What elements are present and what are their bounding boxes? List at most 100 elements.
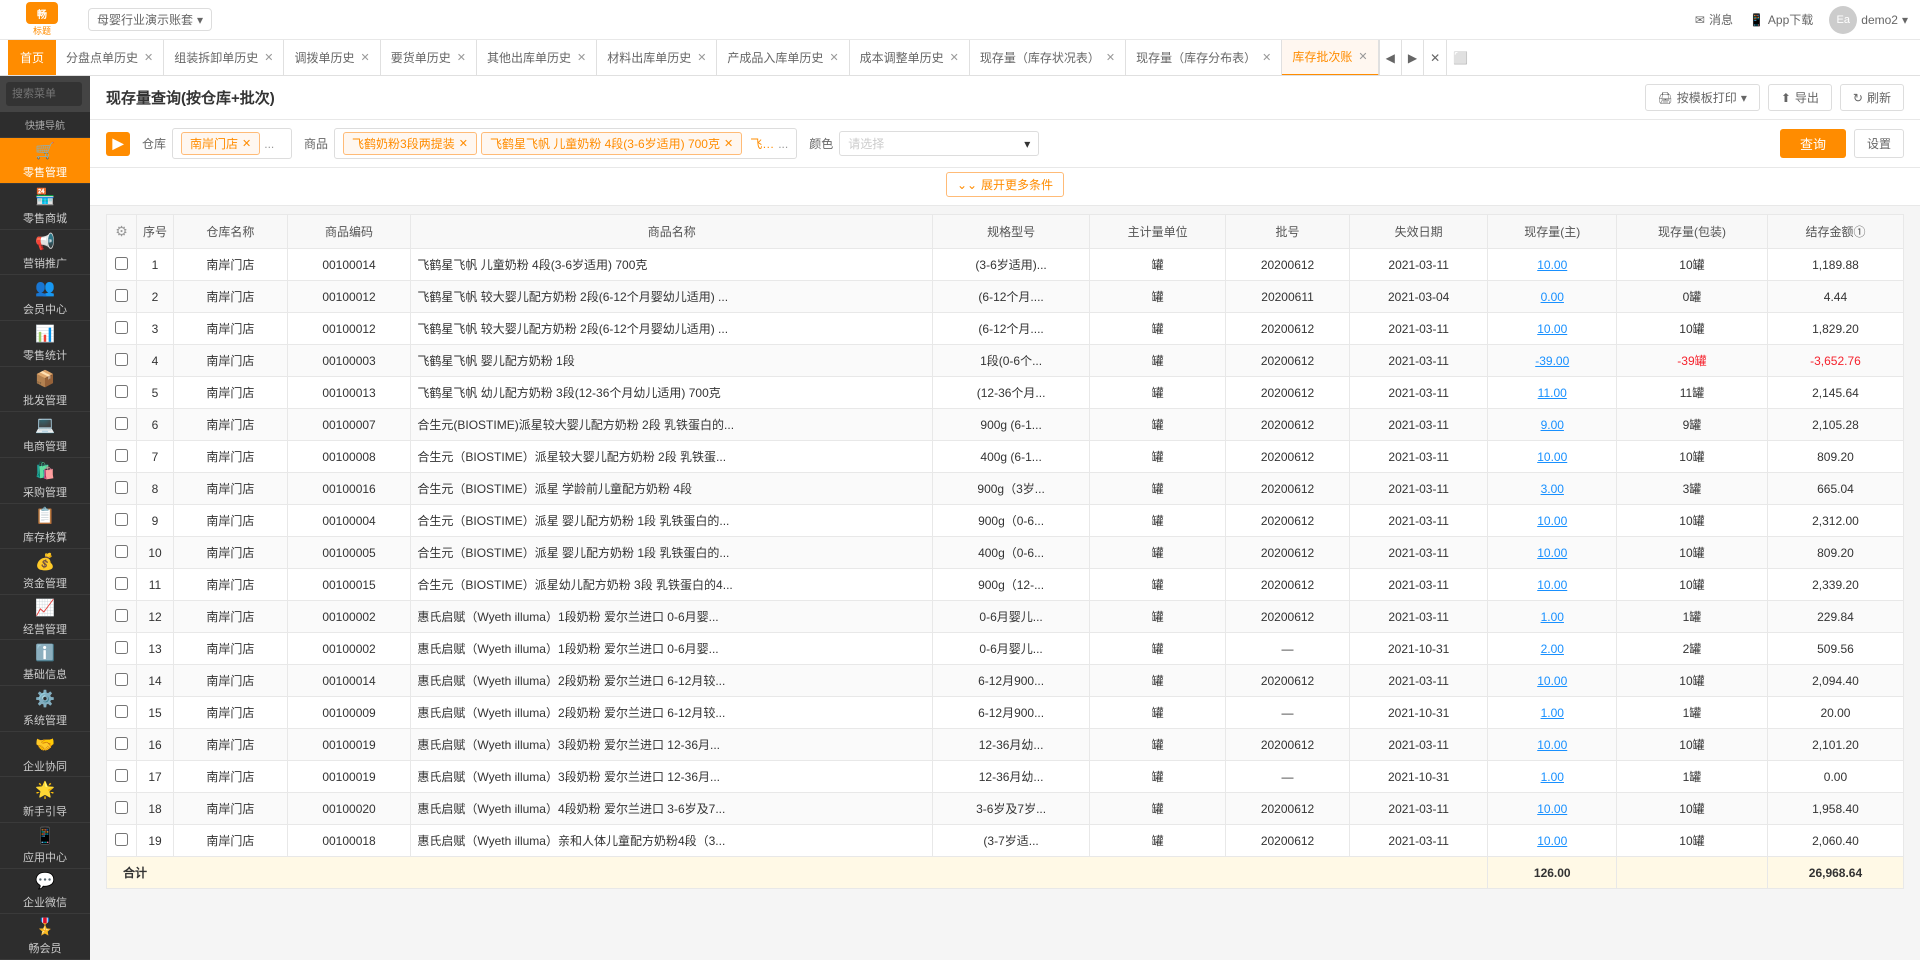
tab-close-icon[interactable]: ✕: [950, 51, 959, 64]
tab-qita[interactable]: 其他出库单历史 ✕: [477, 40, 597, 76]
tab-fen-pan[interactable]: 分盘点单历史 ✕: [56, 40, 164, 76]
tab-close-all[interactable]: ✕: [1423, 40, 1446, 76]
tab-tiao-bo[interactable]: 调拨单历史 ✕: [284, 40, 380, 76]
sidebar-item-inventory[interactable]: 📋 库存核算: [0, 504, 90, 550]
row-checkbox[interactable]: [107, 281, 137, 313]
tab-close-icon[interactable]: ✕: [577, 51, 586, 64]
product-tag-1-close[interactable]: ✕: [459, 137, 468, 150]
sidebar-item-vip[interactable]: 🎖️ 畅会员: [0, 914, 90, 960]
row-checkbox[interactable]: [107, 793, 137, 825]
row-qty-main[interactable]: 10.00: [1488, 825, 1617, 857]
row-qty-main[interactable]: 10.00: [1488, 793, 1617, 825]
row-qty-main[interactable]: 10.00: [1488, 313, 1617, 345]
sidebar-item-system[interactable]: ⚙️ 系统管理: [0, 686, 90, 732]
tab-xiancun-fen[interactable]: 现存量（库存分布表） ✕: [1126, 40, 1282, 76]
row-qty-main[interactable]: 10.00: [1488, 249, 1617, 281]
warehouse-input[interactable]: 南岸门店 ✕ ...: [172, 128, 292, 159]
tab-close-icon[interactable]: ✕: [361, 51, 370, 64]
tab-chanpin[interactable]: 产成品入库单历史 ✕: [717, 40, 849, 76]
tab-close-icon[interactable]: ✕: [264, 51, 273, 64]
warehouse-tag-close[interactable]: ✕: [242, 137, 251, 150]
message-btn[interactable]: ✉ 消息: [1695, 11, 1733, 28]
row-qty-main[interactable]: 2.00: [1488, 633, 1617, 665]
tab-close-icon[interactable]: ✕: [1358, 50, 1367, 63]
search-input[interactable]: [6, 82, 82, 106]
row-checkbox[interactable]: [107, 441, 137, 473]
row-qty-main[interactable]: -39.00: [1488, 345, 1617, 377]
row-qty-main[interactable]: 0.00: [1488, 281, 1617, 313]
query-btn[interactable]: 查询: [1780, 129, 1846, 158]
row-checkbox[interactable]: [107, 569, 137, 601]
settings-btn[interactable]: 设置: [1854, 129, 1904, 158]
filter-expand-btn[interactable]: ▶: [106, 132, 130, 156]
tab-close-icon[interactable]: ✕: [697, 51, 706, 64]
template-print-btn[interactable]: 🖨 按模板打印 ▾: [1645, 84, 1760, 111]
row-qty-main[interactable]: 10.00: [1488, 441, 1617, 473]
row-qty-main[interactable]: 9.00: [1488, 409, 1617, 441]
sidebar-item-marketing[interactable]: 📢 营销推广: [0, 230, 90, 276]
sidebar-item-zero-retail[interactable]: 🛒 零售管理: [0, 138, 90, 184]
product-input[interactable]: 飞鹤奶粉3段两提装 ✕ 飞鹤星飞帆 儿童奶粉 4段(3-6岁适用) 700克 ✕…: [334, 128, 797, 159]
tab-yao-huo[interactable]: 要货单历史 ✕: [381, 40, 477, 76]
sidebar-item-batch[interactable]: 📦 批发管理: [0, 367, 90, 413]
sidebar-item-purchase[interactable]: 🛍️ 采购管理: [0, 458, 90, 504]
row-checkbox[interactable]: [107, 761, 137, 793]
settings-col-header[interactable]: ⚙: [107, 215, 137, 249]
tab-close-icon[interactable]: ✕: [829, 51, 838, 64]
sidebar-item-finance[interactable]: 💰 资金管理: [0, 549, 90, 595]
row-qty-main[interactable]: 1.00: [1488, 761, 1617, 793]
store-selector[interactable]: 母婴行业演示账套 ▾: [88, 8, 212, 31]
sidebar-item-quick-nav[interactable]: 快捷导航: [0, 112, 90, 138]
tab-close-icon[interactable]: ✕: [1262, 51, 1271, 64]
tab-chengben[interactable]: 成本调整单历史 ✕: [850, 40, 970, 76]
sidebar-item-corp[interactable]: 🤝 企业协同: [0, 732, 90, 778]
row-qty-main[interactable]: 3.00: [1488, 473, 1617, 505]
row-checkbox[interactable]: [107, 633, 137, 665]
app-download-btn[interactable]: 📱 App下载: [1749, 11, 1813, 28]
row-checkbox[interactable]: [107, 377, 137, 409]
row-checkbox[interactable]: [107, 537, 137, 569]
row-checkbox[interactable]: [107, 697, 137, 729]
row-checkbox[interactable]: [107, 249, 137, 281]
row-checkbox[interactable]: [107, 729, 137, 761]
row-qty-main[interactable]: 10.00: [1488, 537, 1617, 569]
export-btn[interactable]: ⬆ 导出: [1768, 84, 1832, 111]
color-input[interactable]: 请选择 ▾: [839, 131, 1039, 156]
tab-zu-chai[interactable]: 组装拆卸单历史 ✕: [164, 40, 284, 76]
tab-kucun-pi[interactable]: 库存批次账 ✕: [1282, 40, 1378, 76]
tab-xiancun-ku[interactable]: 现存量（库存状况表） ✕: [970, 40, 1126, 76]
refresh-btn[interactable]: ↻ 刷新: [1840, 84, 1904, 111]
tab-cailiao[interactable]: 材料出库单历史 ✕: [597, 40, 717, 76]
sidebar-item-zero-shop[interactable]: 🏪 零售商城: [0, 184, 90, 230]
sidebar-item-basic[interactable]: ℹ️ 基础信息: [0, 640, 90, 686]
sidebar-item-member[interactable]: 👥 会员中心: [0, 275, 90, 321]
sidebar-item-appcenter[interactable]: 📱 应用中心: [0, 823, 90, 869]
row-checkbox[interactable]: [107, 313, 137, 345]
row-qty-main[interactable]: 1.00: [1488, 601, 1617, 633]
sidebar-item-wechat[interactable]: 💬 企业微信: [0, 869, 90, 915]
tab-close-icon[interactable]: ✕: [457, 51, 466, 64]
row-qty-main[interactable]: 10.00: [1488, 665, 1617, 697]
row-qty-main[interactable]: 1.00: [1488, 697, 1617, 729]
tab-home[interactable]: 首页: [8, 40, 56, 76]
row-checkbox[interactable]: [107, 473, 137, 505]
row-qty-main[interactable]: 11.00: [1488, 377, 1617, 409]
sidebar-item-operation[interactable]: 📈 经营管理: [0, 595, 90, 641]
row-checkbox[interactable]: [107, 825, 137, 857]
row-checkbox[interactable]: [107, 505, 137, 537]
row-qty-main[interactable]: 10.00: [1488, 729, 1617, 761]
expand-more-btn[interactable]: ⌄⌄ 展开更多条件: [946, 172, 1064, 197]
sidebar-item-newbie[interactable]: 🌟 新手引导: [0, 777, 90, 823]
row-checkbox[interactable]: [107, 601, 137, 633]
table-container[interactable]: ⚙ 序号 仓库名称 商品编码 商品名称 规格型号 主计量单位 批号 失效日期 现…: [90, 206, 1920, 960]
user-menu[interactable]: Ea demo2 ▾: [1829, 6, 1908, 34]
sidebar-item-zero-stats[interactable]: 📊 零售统计: [0, 321, 90, 367]
row-qty-main[interactable]: 10.00: [1488, 505, 1617, 537]
tab-fullscreen[interactable]: ⬜: [1446, 40, 1474, 76]
tab-close-icon[interactable]: ✕: [144, 51, 153, 64]
sidebar-item-ecommerce[interactable]: 💻 电商管理: [0, 412, 90, 458]
row-checkbox[interactable]: [107, 409, 137, 441]
row-qty-main[interactable]: 10.00: [1488, 569, 1617, 601]
tab-nav-prev[interactable]: ◀: [1379, 40, 1401, 76]
tab-close-icon[interactable]: ✕: [1106, 51, 1115, 64]
